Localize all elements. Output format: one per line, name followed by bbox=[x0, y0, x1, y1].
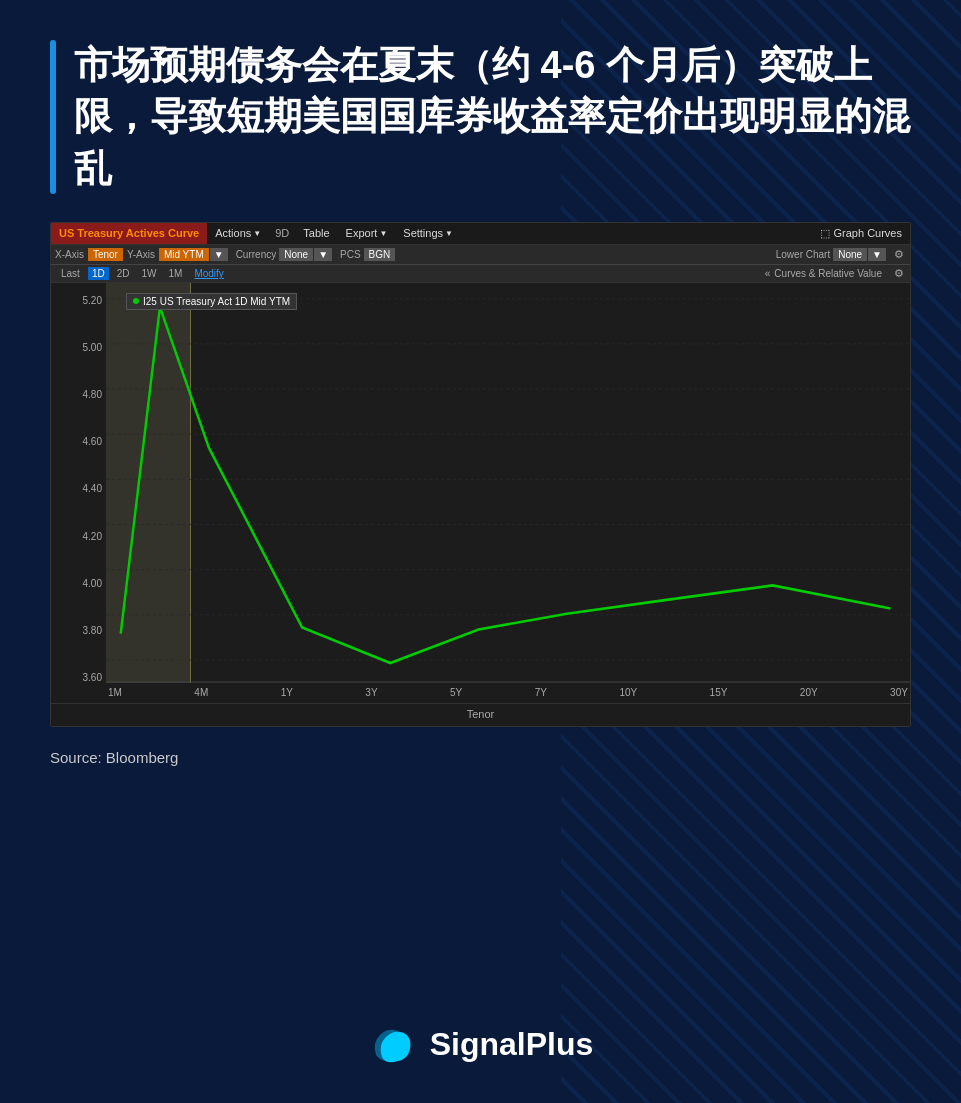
x-label-1y: 1Y bbox=[281, 687, 293, 698]
y-label-520: 5.20 bbox=[55, 295, 102, 306]
lower-chart-value[interactable]: None bbox=[833, 248, 867, 261]
page-title: 市场预期债务会在夏末（约 4-6 个月后）突破上限，导致短期美国国库券收益率定价… bbox=[74, 40, 911, 194]
y-label-420: 4.20 bbox=[55, 531, 102, 542]
x-label-4m: 4M bbox=[194, 687, 208, 698]
lower-chart-label: Lower Chart bbox=[776, 249, 830, 260]
modify-button[interactable]: Modify bbox=[190, 267, 227, 280]
x-label-15y: 15Y bbox=[710, 687, 728, 698]
export-button[interactable]: Export ▼ bbox=[338, 223, 396, 244]
y-label-480: 4.80 bbox=[55, 389, 102, 400]
tooltip-dot bbox=[133, 298, 139, 304]
x-label-1m: 1M bbox=[108, 687, 122, 698]
actions-button[interactable]: Actions ▼ bbox=[207, 223, 269, 244]
settings-arrow-icon: ▼ bbox=[445, 229, 453, 238]
settings-button[interactable]: Settings ▼ bbox=[395, 223, 461, 244]
signal-word: Signal bbox=[430, 1026, 526, 1062]
bgn-value[interactable]: BGN bbox=[364, 248, 396, 261]
y-axis: 5.20 5.00 4.80 4.60 4.40 4.20 4.00 3.80 … bbox=[51, 283, 106, 703]
y-label-380: 3.80 bbox=[55, 625, 102, 636]
x-label-5y: 5Y bbox=[450, 687, 462, 698]
x-label-7y: 7Y bbox=[535, 687, 547, 698]
toolbar2-right: Lower Chart None ▼ ⚙ bbox=[776, 248, 910, 261]
export-arrow-icon: ▼ bbox=[379, 229, 387, 238]
chart-tab-active[interactable]: US Treasury Actives Curve bbox=[51, 223, 207, 244]
y-label-400: 4.00 bbox=[55, 578, 102, 589]
bloomberg-chart: US Treasury Actives Curve Actions ▼ 9D T… bbox=[50, 222, 911, 727]
title-section: 市场预期债务会在夏末（约 4-6 个月后）突破上限，导致短期美国国库券收益率定价… bbox=[50, 40, 911, 194]
time-btn-1d[interactable]: 1D bbox=[88, 267, 109, 280]
xaxis-label: X-Axis bbox=[51, 249, 88, 260]
y-label-460: 4.60 bbox=[55, 436, 102, 447]
pcs-label: PCS bbox=[332, 249, 364, 260]
graph-curves-icon: ⬚ bbox=[820, 227, 830, 240]
x-label-20y: 20Y bbox=[800, 687, 818, 698]
footer: SignalSignalPlusPlus bbox=[50, 1025, 911, 1073]
chart-toolbar-row1: US Treasury Actives Curve Actions ▼ 9D T… bbox=[51, 223, 910, 245]
time-btn-2d[interactable]: 2D bbox=[113, 267, 134, 280]
chart-tooltip: I25 US Treasury Act 1D Mid YTM bbox=[126, 293, 297, 310]
gear-icon[interactable]: ⚙ bbox=[894, 248, 904, 261]
toolbar3-right: « Curves & Relative Value ⚙ bbox=[765, 267, 910, 280]
blue-border-decoration bbox=[50, 40, 56, 194]
chart-area: I25 US Treasury Act 1D Mid YTM bbox=[106, 283, 910, 703]
actions-arrow-icon: ▼ bbox=[253, 229, 261, 238]
x-label-10y: 10Y bbox=[619, 687, 637, 698]
y-label-440: 4.40 bbox=[55, 483, 102, 494]
time-btn-1w[interactable]: 1W bbox=[138, 267, 161, 280]
currency-dropdown[interactable]: ▼ bbox=[314, 248, 332, 261]
graph-curves-label: Graph Curves bbox=[834, 227, 902, 239]
time-btn-1m[interactable]: 1M bbox=[165, 267, 187, 280]
yaxis-dropdown[interactable]: ▼ bbox=[210, 248, 228, 261]
curves-gear-icon[interactable]: ⚙ bbox=[894, 267, 904, 280]
yield-curve-svg bbox=[106, 283, 910, 703]
x-axis-labels: 1M 4M 1Y 3Y 5Y 7Y 10Y 15Y 20Y 30Y bbox=[106, 687, 910, 698]
table-button[interactable]: Table bbox=[295, 223, 337, 244]
currency-label: Currency bbox=[228, 249, 280, 260]
xaxis-value[interactable]: Tenor bbox=[88, 248, 123, 261]
toolbar-90-label: 9D bbox=[269, 223, 295, 244]
yaxis-label: Y-Axis bbox=[123, 249, 159, 260]
x-label-3y: 3Y bbox=[365, 687, 377, 698]
toolbar-right: ⬚ Graph Curves bbox=[820, 223, 910, 244]
chart-x-title: Tenor bbox=[51, 703, 910, 726]
brand-name: SignalSignalPlusPlus bbox=[430, 1026, 594, 1063]
x-axis-bar: 1M 4M 1Y 3Y 5Y 7Y 10Y 15Y 20Y 30Y bbox=[106, 683, 910, 703]
signalplus-logo bbox=[368, 1025, 416, 1063]
x-label-30y: 30Y bbox=[890, 687, 908, 698]
chart-body: 5.20 5.00 4.80 4.60 4.40 4.20 4.00 3.80 … bbox=[51, 283, 910, 703]
chevron-left-icon[interactable]: « bbox=[765, 268, 771, 279]
y-label-500: 5.00 bbox=[55, 342, 102, 353]
tooltip-text: I25 US Treasury Act 1D Mid YTM bbox=[143, 296, 290, 307]
time-btn-last[interactable]: Last bbox=[57, 267, 84, 280]
curves-relative-label: Curves & Relative Value bbox=[774, 268, 882, 279]
y-label-360: 3.60 bbox=[55, 672, 102, 683]
currency-value[interactable]: None bbox=[279, 248, 313, 261]
chart-toolbar-row3: Last 1D 2D 1W 1M Modify « Curves & Relat… bbox=[51, 265, 910, 283]
source-line: Source: Bloomberg bbox=[50, 749, 911, 766]
lower-chart-dropdown[interactable]: ▼ bbox=[868, 248, 886, 261]
yaxis-value[interactable]: Mid YTM bbox=[159, 248, 209, 261]
chart-toolbar-row2: X-Axis Tenor Y-Axis Mid YTM ▼ Currency N… bbox=[51, 245, 910, 265]
